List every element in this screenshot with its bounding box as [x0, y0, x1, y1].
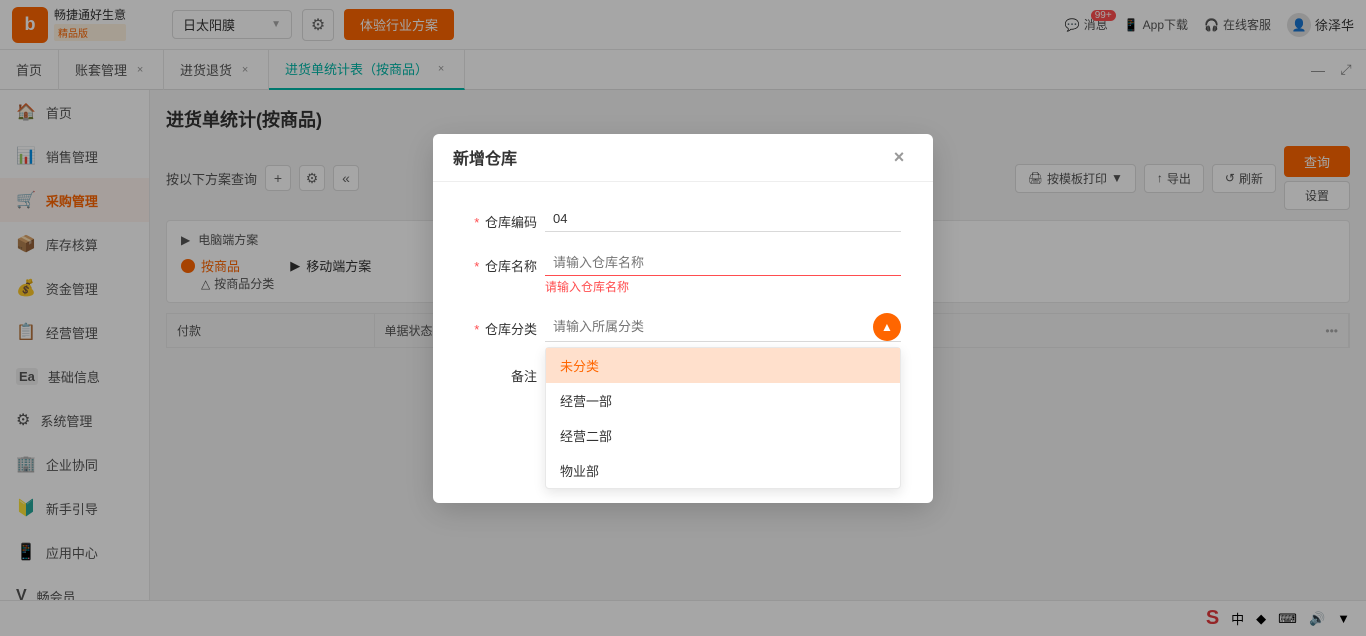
- modal-body: * 仓库编码 * 仓库名称 请输入仓库名称: [433, 182, 933, 442]
- modal-overlay[interactable]: 新增仓库 × * 仓库编码 * 仓库名称: [0, 0, 1366, 636]
- modal-title: 新增仓库: [453, 145, 517, 169]
- modal-new-warehouse: 新增仓库 × * 仓库编码 * 仓库名称: [433, 134, 933, 503]
- category-input[interactable]: [545, 314, 873, 339]
- dropdown-option-0[interactable]: 未分类: [546, 348, 900, 383]
- name-error-msg: 请输入仓库名称: [545, 278, 901, 295]
- form-row-category: * 仓库分类 ▲ 未分类 经营一部 经营二部 物业部: [465, 313, 901, 342]
- form-row-name: * 仓库名称 请输入仓库名称: [465, 250, 901, 295]
- name-input[interactable]: [545, 250, 901, 276]
- modal-header: 新增仓库 ×: [433, 134, 933, 182]
- code-input[interactable]: [545, 206, 901, 232]
- category-dropdown: ▲ 未分类 经营一部 经营二部 物业部: [545, 313, 901, 342]
- form-label-name: * 仓库名称: [465, 250, 545, 275]
- form-label-category: * 仓库分类: [465, 313, 545, 338]
- form-field-code: [545, 206, 901, 232]
- category-dropdown-toggle[interactable]: ▲: [873, 313, 901, 341]
- category-input-row: ▲: [545, 313, 901, 342]
- dropdown-option-1[interactable]: 经营一部: [546, 383, 900, 418]
- category-dropdown-list: 未分类 经营一部 经营二部 物业部: [545, 347, 901, 489]
- form-row-code: * 仓库编码: [465, 206, 901, 232]
- form-field-name: 请输入仓库名称: [545, 250, 901, 295]
- form-field-category: ▲ 未分类 经营一部 经营二部 物业部: [545, 313, 901, 342]
- dropdown-option-2[interactable]: 经营二部: [546, 418, 900, 453]
- form-label-note: 备注: [465, 360, 545, 385]
- modal-close-button[interactable]: ×: [885, 143, 913, 171]
- form-label-code: * 仓库编码: [465, 206, 545, 231]
- dropdown-option-3[interactable]: 物业部: [546, 453, 900, 488]
